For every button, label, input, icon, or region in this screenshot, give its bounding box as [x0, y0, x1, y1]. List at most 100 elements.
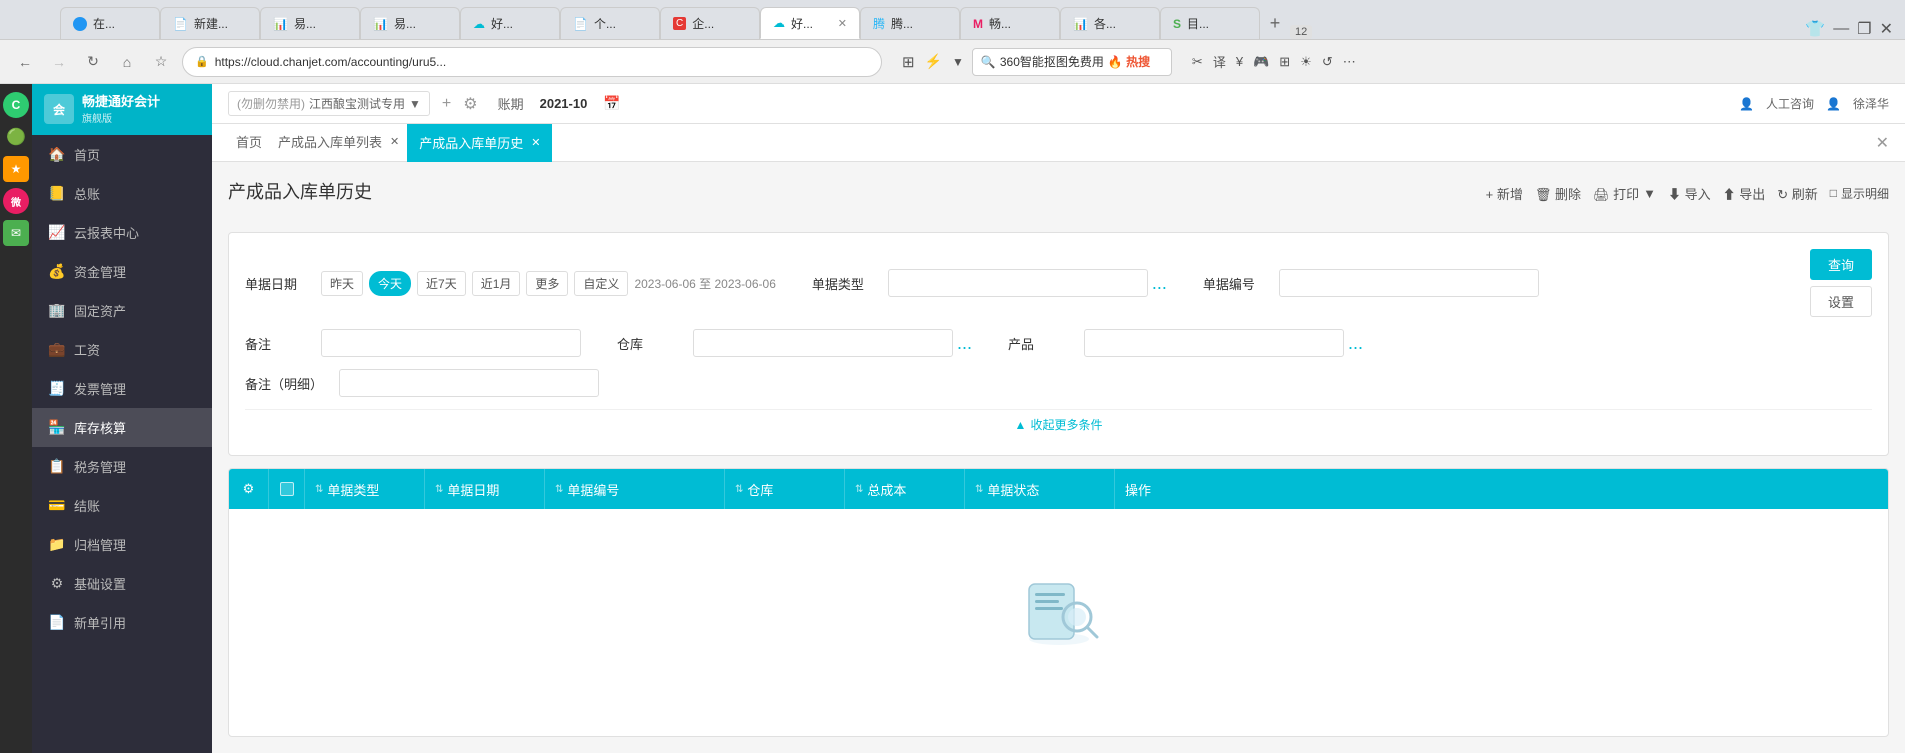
top-settings-btn[interactable]: ⚙	[463, 94, 477, 114]
sidebar-item-salary[interactable]: 💼 工资	[32, 330, 212, 369]
doc-type-dots[interactable]: ...	[1152, 273, 1167, 294]
warehouse-input[interactable]	[693, 329, 953, 357]
minimize-btn[interactable]: —	[1833, 20, 1849, 38]
th-doc-no[interactable]: ⇅ 单据编号	[545, 469, 725, 509]
show-cols-checkbox[interactable]: □	[1830, 186, 1837, 200]
sidebar-item-invoice[interactable]: 🧾 发票管理	[32, 369, 212, 408]
tab-yi1[interactable]: 📊 易...	[260, 7, 360, 39]
sidebar-item-cloud-report[interactable]: 📈 云报表中心	[32, 213, 212, 252]
tab-ge2[interactable]: 📊 各...	[1060, 7, 1160, 39]
close-panel-btn[interactable]: ✕	[1876, 133, 1889, 153]
forward-btn[interactable]: →	[46, 49, 72, 75]
tab-mu[interactable]: S 目...	[1160, 7, 1260, 39]
th-total-cost[interactable]: ⇅ 总成本	[845, 469, 965, 509]
collapse-filter-btn[interactable]: ▲ 收起更多条件	[245, 409, 1872, 439]
th-doc-type[interactable]: ⇅ 单据类型	[305, 469, 425, 509]
query-btn[interactable]: 查询	[1810, 249, 1872, 280]
scissors-icon[interactable]: ✂	[1192, 54, 1203, 70]
sidebar-item-ledger[interactable]: 📒 总账	[32, 174, 212, 213]
tab-qi[interactable]: C 企...	[660, 7, 760, 39]
note-input[interactable]	[321, 329, 581, 357]
refresh-btn[interactable]: ↻ 刷新	[1777, 184, 1818, 203]
import-btn[interactable]: ⬇ 导入	[1668, 184, 1711, 203]
reload-btn[interactable]: ↻	[80, 49, 106, 75]
date-btn-custom[interactable]: 自定义	[574, 271, 628, 296]
doc-no-input[interactable]	[1279, 269, 1539, 297]
lightning-icon[interactable]: ⚡	[925, 53, 942, 70]
back-btn[interactable]: ←	[12, 49, 38, 75]
date-btn-today[interactable]: 今天	[369, 271, 411, 296]
product-input[interactable]	[1084, 329, 1344, 357]
th-doc-status[interactable]: ⇅ 单据状态	[965, 469, 1115, 509]
date-btn-1month[interactable]: 近1月	[472, 271, 521, 296]
product-dots[interactable]: ...	[1348, 333, 1363, 354]
date-btn-yesterday[interactable]: 昨天	[321, 271, 363, 296]
detail-note-input[interactable]	[339, 369, 599, 397]
tab-close-btn[interactable]: ✕	[838, 17, 847, 30]
bookmark-btn[interactable]: ☆	[148, 49, 174, 75]
calendar-icon[interactable]: 📅	[603, 95, 620, 112]
apps-icon[interactable]: ⊞	[1279, 54, 1290, 70]
icon-bar-logo[interactable]: C	[3, 92, 29, 118]
sidebar-item-settings[interactable]: ⚙ 基础设置	[32, 564, 212, 603]
th-warehouse[interactable]: ⇅ 仓库	[725, 469, 845, 509]
sidebar-item-fund[interactable]: 💰 资金管理	[32, 252, 212, 291]
print-dropdown-icon[interactable]: ▼	[1643, 186, 1656, 201]
th-gear[interactable]: ⚙	[229, 469, 269, 509]
tab-hao2-active[interactable]: ☁ 好... ✕	[760, 7, 860, 39]
tab-count[interactable]: 12	[1290, 25, 1312, 39]
breadcrumb-list[interactable]: 产成品入库单列表 ✕	[270, 124, 407, 162]
url-bar[interactable]: 🔒 https://cloud.chanjet.com/accounting/u…	[182, 47, 882, 77]
th-checkbox[interactable]	[269, 469, 305, 509]
sidebar-item-settlement[interactable]: 💳 结账	[32, 486, 212, 525]
sidebar-item-tax[interactable]: 📋 税务管理	[32, 447, 212, 486]
close-browser-btn[interactable]: ✕	[1880, 19, 1893, 39]
tab-zaitian[interactable]: 在...	[60, 7, 160, 39]
sun-icon[interactable]: ☀	[1300, 54, 1312, 70]
search-bar[interactable]: 🔍 360智能抠图免费用 🔥 热搜	[972, 48, 1172, 76]
print-btn[interactable]: 🖨 打印 ▼	[1593, 184, 1656, 203]
sidebar-item-fixed-asset[interactable]: 🏢 固定资产	[32, 291, 212, 330]
dropdown-icon[interactable]: ▼	[952, 55, 964, 69]
home-btn[interactable]: ⌂	[114, 49, 140, 75]
maximize-btn[interactable]: ❐	[1857, 19, 1871, 39]
tab-chang[interactable]: M 畅...	[960, 7, 1060, 39]
icon-bar-mail[interactable]: ✉	[3, 220, 29, 246]
icon-bar-weibo[interactable]: 微	[3, 188, 29, 214]
tab-ge[interactable]: 📄 个...	[560, 7, 660, 39]
sidebar-item-inventory[interactable]: 🏪 库存核算	[32, 408, 212, 447]
company-selector[interactable]: (勿删勿禁用) 江西酿宝测试专用 ▼	[228, 91, 430, 116]
tab-teng[interactable]: 腾 腾...	[860, 7, 960, 39]
translate-icon[interactable]: 译	[1213, 52, 1226, 71]
tab-hao1[interactable]: ☁ 好...	[460, 7, 560, 39]
new-tab-btn[interactable]: +	[1260, 7, 1290, 39]
tab-yi2[interactable]: 📊 易...	[360, 7, 460, 39]
refresh2-icon[interactable]: ↺	[1322, 54, 1333, 70]
breadcrumb-home[interactable]: 首页	[228, 124, 270, 162]
game-icon[interactable]: 🎮	[1253, 54, 1269, 70]
header-checkbox[interactable]	[280, 482, 294, 496]
add-btn[interactable]: + 新增	[1486, 184, 1523, 203]
date-btn-more[interactable]: 更多	[526, 271, 568, 296]
show-cols-toggle[interactable]: □ 显示明细	[1830, 185, 1889, 202]
tab-new[interactable]: 📄 新建...	[160, 7, 260, 39]
yuan-icon[interactable]: ¥	[1236, 54, 1243, 69]
export-btn[interactable]: ⬆ 导出	[1723, 184, 1766, 203]
set-btn[interactable]: 设置	[1810, 286, 1872, 317]
list-tab-close[interactable]: ✕	[390, 135, 399, 148]
add-company-btn[interactable]: +	[442, 95, 451, 113]
date-btn-7days[interactable]: 近7天	[417, 271, 466, 296]
delete-btn[interactable]: 🗑 删除	[1535, 184, 1581, 203]
ai-consult-label[interactable]: 人工咨询	[1766, 95, 1814, 112]
more-icon[interactable]: ⋯	[1343, 54, 1356, 70]
breadcrumb-history[interactable]: 产成品入库单历史 ✕	[407, 124, 552, 162]
th-doc-date[interactable]: ⇅ 单据日期	[425, 469, 545, 509]
sidebar-item-home[interactable]: 🏠 首页	[32, 135, 212, 174]
sidebar-item-new-doc[interactable]: 📄 新单引用	[32, 603, 212, 642]
icon-bar-star[interactable]: ★	[3, 156, 29, 182]
doc-type-input[interactable]	[888, 269, 1148, 297]
warehouse-dots[interactable]: ...	[957, 333, 972, 354]
grid-icon[interactable]: ⊞	[902, 53, 915, 71]
sidebar-item-archive[interactable]: 📁 归档管理	[32, 525, 212, 564]
history-tab-close[interactable]: ✕	[531, 136, 540, 149]
